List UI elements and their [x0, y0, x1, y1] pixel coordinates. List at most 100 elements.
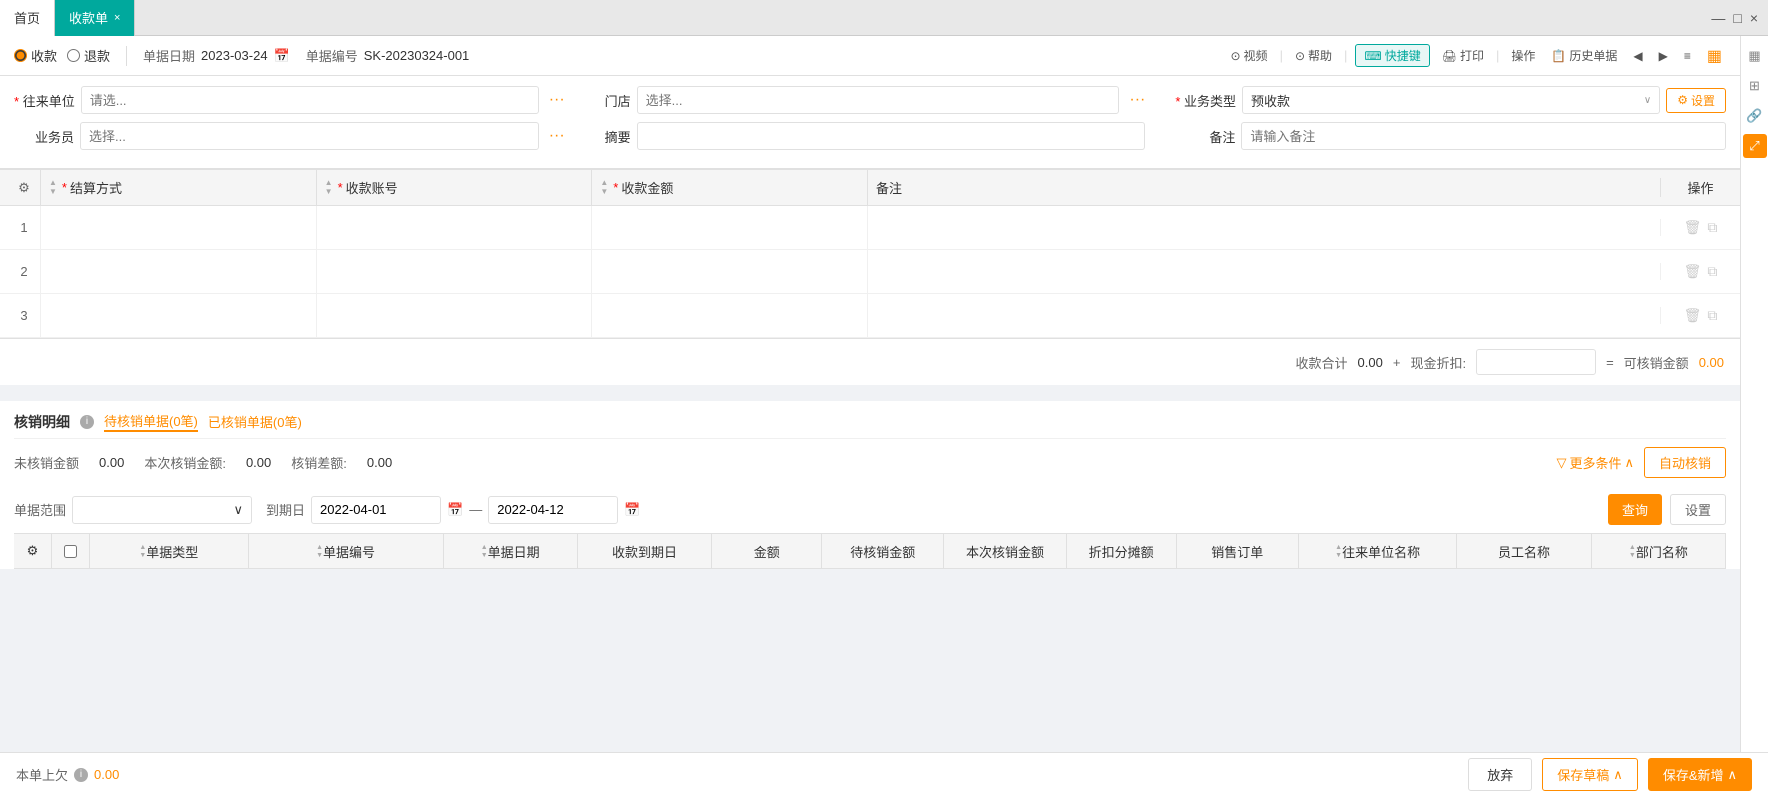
tab-done[interactable]: 已核销单据(0笔) [208, 412, 302, 431]
account-input-2[interactable] [325, 258, 584, 286]
td-amount-1[interactable] [591, 206, 867, 249]
sidebar-link-icon[interactable]: 🔗 [1743, 104, 1767, 128]
next-icon[interactable]: ▶ [1655, 47, 1672, 65]
amount-input-2[interactable] [600, 258, 859, 286]
store-input[interactable] [637, 86, 1120, 114]
amount-input-3[interactable] [600, 302, 859, 330]
order-label: 本单上欠 [16, 765, 68, 784]
menu-icon[interactable]: ≡ [1680, 47, 1695, 65]
print-btn[interactable]: 🖨 打印 [1438, 45, 1488, 66]
history-btn[interactable]: 📋 历史单据 [1547, 45, 1621, 66]
help-btn[interactable]: ⊙ 帮助 [1291, 45, 1336, 66]
abandon-btn[interactable]: 放弃 [1468, 758, 1532, 791]
delete-icon-3[interactable]: 🗑 [1684, 307, 1702, 324]
td-account-3[interactable] [316, 294, 592, 337]
unchecked-label: 未核销金额 [14, 453, 79, 472]
copy-icon-1[interactable]: ⧉ [1707, 219, 1717, 236]
remark-field: 备注 [1175, 122, 1726, 150]
prev-icon[interactable]: ◀ [1629, 47, 1646, 65]
amount-input-1[interactable] [600, 214, 859, 242]
biz-type-select[interactable]: 预收款 ∨ [1242, 86, 1660, 114]
remark-input-2[interactable] [876, 258, 1652, 286]
due-date-filter: 到期日 📅 — 📅 [266, 496, 640, 524]
td-amount-2[interactable] [591, 250, 867, 293]
query-btn[interactable]: 查询 [1608, 494, 1662, 525]
sidebar-expand-icon[interactable]: ⤢ [1743, 134, 1767, 158]
detail-setting-btn[interactable]: 设置 [1670, 494, 1726, 525]
td-remark-2[interactable] [867, 250, 1660, 293]
save-draft-btn[interactable]: 保存草稿 ∧ [1542, 758, 1638, 791]
auto-verify-btn[interactable]: 自动核销 [1644, 447, 1726, 478]
account-input-1[interactable] [325, 214, 584, 242]
td-account-1[interactable] [316, 206, 592, 249]
td-account-2[interactable] [316, 250, 592, 293]
delete-icon-2[interactable]: 🗑 [1684, 263, 1702, 280]
summary-input[interactable] [637, 122, 1146, 150]
td-settle-2[interactable] [40, 250, 316, 293]
partner-more-btn[interactable]: ··· [549, 91, 565, 109]
sidebar-table-icon[interactable]: ▦ [1743, 44, 1767, 68]
table-settings-icon[interactable]: ⚙ [8, 180, 40, 196]
calendar-icon[interactable]: 📅 [274, 48, 290, 64]
partner-input[interactable] [81, 86, 539, 114]
tab-close-icon[interactable]: × [114, 12, 120, 24]
sort-icon: ▲▼ [1335, 544, 1342, 559]
window-close-icon[interactable]: × [1750, 10, 1758, 26]
radio-refund[interactable]: 退款 [67, 46, 110, 65]
biz-type-setting-btn[interactable]: ⚙ 设置 [1666, 88, 1726, 113]
range-select[interactable]: ∨ [72, 496, 252, 524]
info-icon[interactable]: i [80, 415, 94, 429]
settle-input-2[interactable] [49, 258, 308, 286]
td-remark-3[interactable] [867, 294, 1660, 337]
shortcut-btn[interactable]: ⌨ 快捷键 [1355, 44, 1429, 67]
chevron-up-icon: ∧ [1613, 767, 1623, 783]
account-input-3[interactable] [325, 302, 584, 330]
tab-pending[interactable]: 待核销单据(0笔) [104, 411, 198, 432]
remark-input-3[interactable] [876, 302, 1652, 330]
radio-receive[interactable]: 收款 [14, 46, 57, 65]
td-remark-1[interactable] [867, 206, 1660, 249]
settle-input-3[interactable] [49, 302, 308, 330]
bottom-left: 本单上欠 i 0.00 [16, 765, 119, 784]
settle-input-1[interactable] [49, 214, 308, 242]
staff-more-btn[interactable]: ··· [549, 127, 565, 145]
detail-th-check[interactable] [52, 534, 90, 568]
filter-icon: ▽ [1556, 455, 1566, 471]
window-min-icon[interactable]: — [1711, 10, 1725, 26]
summary-label: 摘要 [595, 127, 631, 146]
more-conditions-btn[interactable]: ▽ 更多条件 ∧ [1556, 453, 1634, 472]
due-date-start-input[interactable] [311, 496, 441, 524]
biz-type-field: * 业务类型 预收款 ∨ ⚙ 设置 [1175, 86, 1726, 114]
td-amount-3[interactable] [591, 294, 867, 337]
window-max-icon[interactable]: □ [1733, 10, 1741, 26]
copy-icon-2[interactable]: ⧉ [1707, 263, 1717, 280]
ops-btn[interactable]: 操作 [1507, 45, 1539, 66]
copy-icon-3[interactable]: ⧉ [1707, 307, 1717, 324]
tab-receipts[interactable]: 收款单 × [55, 0, 135, 36]
right-sidebar: ▦ ⊞ 🔗 ⤢ [1740, 36, 1768, 752]
grid-icon[interactable]: ▦ [1703, 44, 1726, 68]
calendar-icon-start[interactable]: 📅 [447, 502, 463, 518]
store-more-btn[interactable]: ··· [1129, 91, 1145, 109]
detail-th-gear[interactable]: ⚙ [14, 534, 52, 568]
video-btn[interactable]: ⊙ 视频 [1226, 45, 1271, 66]
detail-th-type: ▲▼ 单据类型 [90, 534, 249, 568]
info-icon-bottom[interactable]: i [74, 768, 88, 782]
sidebar-grid-icon[interactable]: ⊞ [1743, 74, 1767, 98]
calendar-icon-end[interactable]: 📅 [624, 502, 640, 518]
radio-refund-label: 退款 [84, 46, 110, 65]
tab-home[interactable]: 首页 [0, 0, 55, 36]
no-field: 单据编号 SK-20230324-001 [306, 46, 470, 65]
select-all-checkbox[interactable] [64, 545, 77, 558]
remark-input[interactable] [1241, 122, 1726, 150]
td-settle-1[interactable] [40, 206, 316, 249]
delete-icon-1[interactable]: 🗑 [1684, 219, 1702, 236]
save-new-btn[interactable]: 保存&新增 ∧ [1648, 758, 1752, 791]
td-settle-3[interactable] [40, 294, 316, 337]
staff-input[interactable] [80, 122, 539, 150]
remark-input-1[interactable] [876, 214, 1652, 242]
setting-icon: ⚙ [1677, 93, 1688, 107]
due-date-end-input[interactable] [488, 496, 618, 524]
table-row: 3 🗑 ⧉ [0, 294, 1740, 338]
discount-input[interactable] [1476, 349, 1596, 375]
